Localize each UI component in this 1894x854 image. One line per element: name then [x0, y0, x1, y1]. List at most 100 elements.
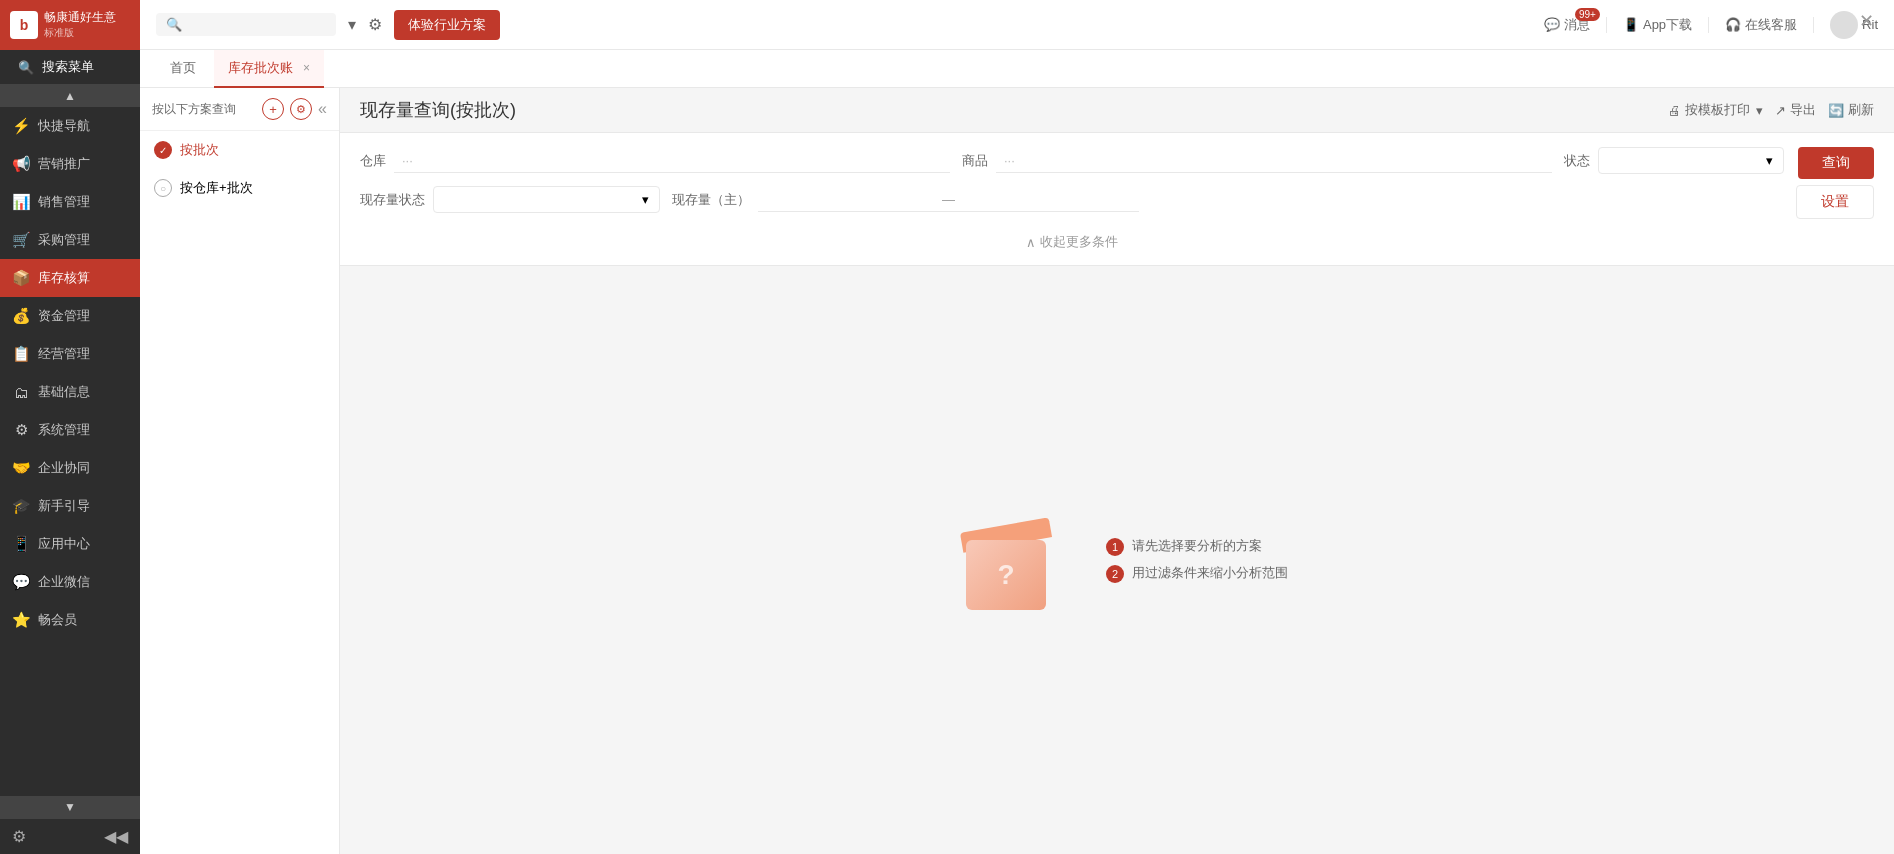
nav-label-sales: 销售管理: [38, 193, 90, 211]
nav-label-marketing: 营销推广: [38, 155, 90, 173]
refresh-label: 刷新: [1848, 101, 1874, 119]
status-label: 状态: [1564, 152, 1590, 170]
nav-icon-wechat: 💬: [12, 573, 30, 591]
collapse-label: 收起更多条件: [1040, 233, 1118, 251]
tab-inventory-batch[interactable]: 库存批次账 ×: [214, 50, 324, 88]
app-download-label: App下载: [1643, 16, 1692, 34]
refresh-icon: 🔄: [1828, 103, 1844, 118]
scheme-label-by-warehouse-batch: 按仓库+批次: [180, 179, 253, 197]
warehouse-field: 仓库 ···: [360, 149, 950, 173]
stock-status-chevron: ▾: [642, 192, 649, 207]
query-btn[interactable]: 查询: [1798, 147, 1874, 179]
online-support[interactable]: 🎧 在线客服: [1725, 16, 1797, 34]
sidebar-item-basics[interactable]: 🗂 基础信息: [0, 373, 140, 411]
nav-label-guide: 新手引导: [38, 497, 90, 515]
topbar-gear-icon[interactable]: ▾: [348, 15, 356, 34]
sidebar-item-sales[interactable]: 📊 销售管理: [0, 183, 140, 221]
collapse-filter-row[interactable]: ∧ 收起更多条件: [360, 225, 1784, 251]
sidebar-item-guide[interactable]: 🎓 新手引导: [0, 487, 140, 525]
app-edition: 标准版: [44, 26, 116, 40]
scroll-up-btn[interactable]: ▲: [0, 85, 140, 107]
search-menu[interactable]: 🔍 搜索菜单: [0, 50, 140, 85]
trial-btn[interactable]: 体验行业方案: [394, 10, 500, 40]
sidebar-item-wechat[interactable]: 💬 企业微信: [0, 563, 140, 601]
warehouse-input[interactable]: ···: [394, 149, 950, 173]
sidebar-item-enterprise[interactable]: 🤝 企业协同: [0, 449, 140, 487]
sidebar-item-apps[interactable]: 📱 应用中心: [0, 525, 140, 563]
nav-icon-marketing: 📢: [12, 155, 30, 173]
set-btn[interactable]: 设置: [1796, 185, 1874, 219]
tabs-bar: 首页 库存批次账 × ✕: [140, 50, 1894, 88]
sidebar-item-purchase[interactable]: 🛒 采购管理: [0, 221, 140, 259]
topbar-search-icon: 🔍: [166, 17, 182, 32]
stock-qty-field: 现存量（主） —: [672, 188, 972, 212]
user-avatar: [1830, 11, 1858, 39]
refresh-btn[interactable]: 🔄 刷新: [1828, 101, 1874, 119]
topbar-settings-icon[interactable]: ⚙: [368, 15, 382, 34]
box-body: [966, 540, 1046, 610]
sidebar-gear-icon[interactable]: ⚙: [12, 827, 26, 846]
app-download[interactable]: 📱 App下载: [1623, 16, 1692, 34]
scheme-item-by-warehouse-batch[interactable]: ○ 按仓库+批次: [140, 169, 339, 207]
hint-2-text: 用过滤条件来缩小分析范围: [1132, 564, 1288, 582]
app-info: 畅康通好生意 标准版: [44, 10, 116, 40]
product-input[interactable]: ···: [996, 149, 1552, 173]
scheme-settings-btn[interactable]: ⚙: [290, 98, 312, 120]
stock-qty-min[interactable]: [758, 192, 942, 207]
hint-1: 1 请先选择要分析的方案: [1106, 537, 1288, 556]
search-menu-label: 搜索菜单: [42, 58, 94, 76]
sidebar-collapse-icon[interactable]: ◀◀: [104, 827, 128, 846]
print-btn[interactable]: 🖨 按模板打印 ▾: [1668, 101, 1763, 119]
nav-icon-basics: 🗂: [12, 384, 30, 401]
export-btn[interactable]: ↗ 导出: [1775, 101, 1816, 119]
stock-status-select[interactable]: ▾: [433, 186, 660, 213]
page-title: 现存量查询(按批次): [360, 98, 516, 122]
sidebar-item-marketing[interactable]: 📢 营销推广: [0, 145, 140, 183]
range-dash: —: [942, 192, 955, 207]
sidebar-item-inventory[interactable]: 📦 库存核算: [0, 259, 140, 297]
sidebar-item-quick-nav[interactable]: ⚡ 快捷导航: [0, 107, 140, 145]
sidebar-item-operations[interactable]: 📋 经营管理: [0, 335, 140, 373]
hint-1-text: 请先选择要分析的方案: [1132, 537, 1262, 555]
scroll-down-btn[interactable]: ▼: [0, 796, 140, 818]
company-name: 畅康通好生意: [44, 10, 116, 26]
nav-label-purchase: 采购管理: [38, 231, 90, 249]
nav-icon-sales: 📊: [12, 193, 30, 211]
filter-area: 仓库 ··· 商品 ···: [340, 133, 1894, 266]
add-scheme-btn[interactable]: +: [262, 98, 284, 120]
main-content: 🔍 ▾ ⚙ 体验行业方案 💬 消息 99+ 📱 App下载 🎧 在线客服: [140, 0, 1894, 854]
stock-status-label: 现存量状态: [360, 191, 425, 209]
sidebar-item-system[interactable]: ⚙ 系统管理: [0, 411, 140, 449]
status-chevron: ▾: [1766, 153, 1773, 168]
stock-qty-label: 现存量（主）: [672, 191, 750, 209]
stock-qty-max[interactable]: [955, 192, 1139, 207]
tab-home[interactable]: 首页: [156, 50, 210, 88]
topbar-search-box[interactable]: 🔍: [156, 13, 336, 36]
hint-2-num: 2: [1106, 565, 1124, 583]
sidebar-item-finance[interactable]: 💰 资金管理: [0, 297, 140, 335]
tab-close-btn[interactable]: ×: [303, 61, 310, 75]
scheme-icon-by-batch: ✓: [154, 141, 172, 159]
print-dropdown-icon[interactable]: ▾: [1756, 103, 1763, 118]
left-panel-title: 按以下方案查询: [152, 101, 236, 118]
scheme-list: ✓ 按批次 ○ 按仓库+批次: [140, 131, 339, 207]
nav-icon-finance: 💰: [12, 307, 30, 325]
nav-icon-guide: 🎓: [12, 497, 30, 515]
collapse-icon: ∧: [1026, 235, 1036, 250]
messages-badge[interactable]: 💬 消息 99+: [1544, 16, 1590, 34]
topbar-search-input[interactable]: [186, 17, 306, 32]
panel-close-btn[interactable]: ✕: [1859, 10, 1874, 32]
status-select[interactable]: ▾: [1598, 147, 1784, 174]
left-panel-actions: + ⚙ «: [262, 98, 327, 120]
empty-state: 1 请先选择要分析的方案 2 用过滤条件来缩小分析范围: [340, 266, 1894, 854]
nav-label-enterprise: 企业协同: [38, 459, 90, 477]
nav-label-wechat: 企业微信: [38, 573, 90, 591]
nav-icon-member: ⭐: [12, 611, 30, 629]
filter-action-col: 查询 设置: [1796, 147, 1874, 219]
sidebar-item-member[interactable]: ⭐ 畅会员: [0, 601, 140, 639]
nav-icon-quick-nav: ⚡: [12, 117, 30, 135]
left-panel-collapse-btn[interactable]: «: [318, 100, 327, 118]
hint-2: 2 用过滤条件来缩小分析范围: [1106, 564, 1288, 583]
scheme-item-by-batch[interactable]: ✓ 按批次: [140, 131, 339, 169]
topbar: 🔍 ▾ ⚙ 体验行业方案 💬 消息 99+ 📱 App下载 🎧 在线客服: [140, 0, 1894, 50]
